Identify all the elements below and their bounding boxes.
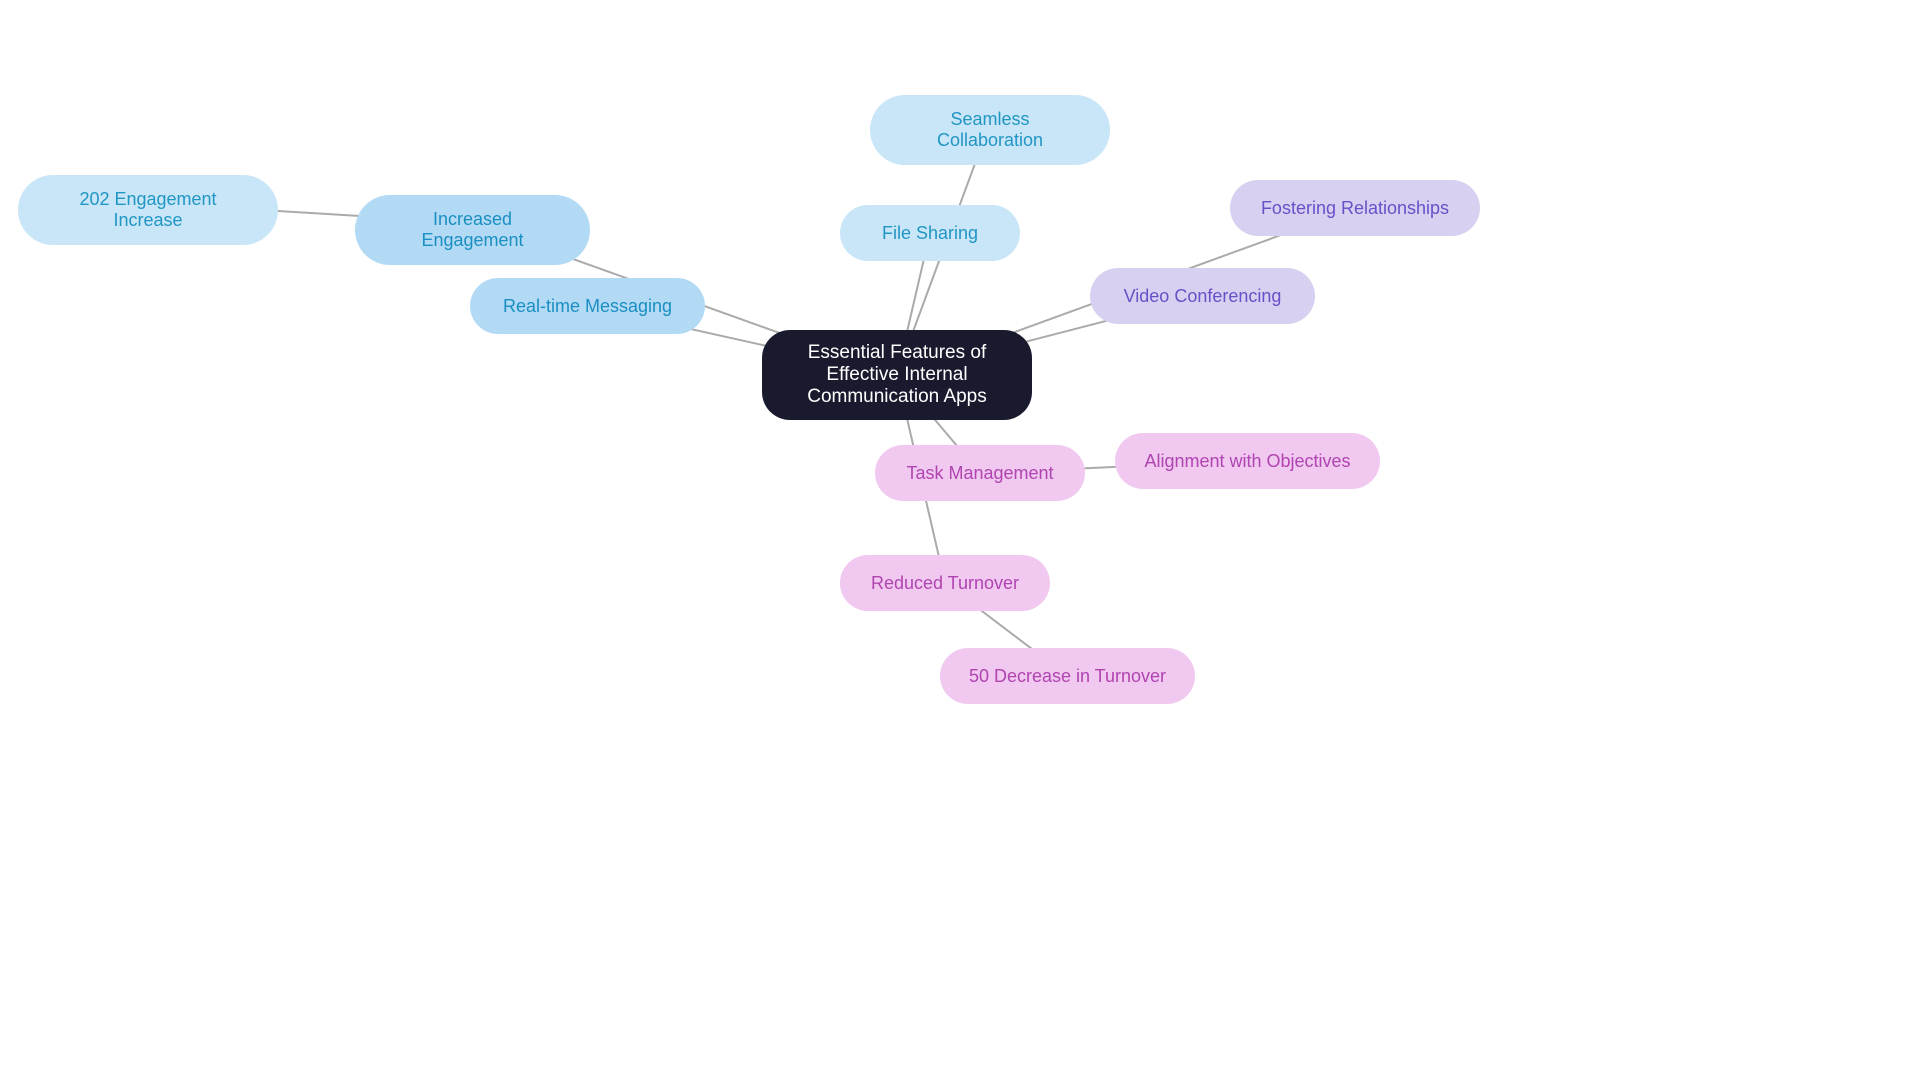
decrease-turnover-node[interactable]: 50 Decrease in Turnover [940, 648, 1195, 704]
mind-map: Essential Features of Effective Internal… [0, 0, 1920, 1083]
file-sharing-node[interactable]: File Sharing [840, 205, 1020, 261]
increased-engagement-node[interactable]: Increased Engagement [355, 195, 590, 265]
engagement-increase-node[interactable]: 202 Engagement Increase [18, 175, 278, 245]
reduced-turnover-node[interactable]: Reduced Turnover [840, 555, 1050, 611]
fostering-relationships-node[interactable]: Fostering Relationships [1230, 180, 1480, 236]
real-time-messaging-node[interactable]: Real-time Messaging [470, 278, 705, 334]
task-management-node[interactable]: Task Management [875, 445, 1085, 501]
center-node[interactable]: Essential Features of Effective Internal… [762, 330, 1032, 420]
alignment-objectives-node[interactable]: Alignment with Objectives [1115, 433, 1380, 489]
video-conferencing-node[interactable]: Video Conferencing [1090, 268, 1315, 324]
seamless-collaboration-node[interactable]: Seamless Collaboration [870, 95, 1110, 165]
